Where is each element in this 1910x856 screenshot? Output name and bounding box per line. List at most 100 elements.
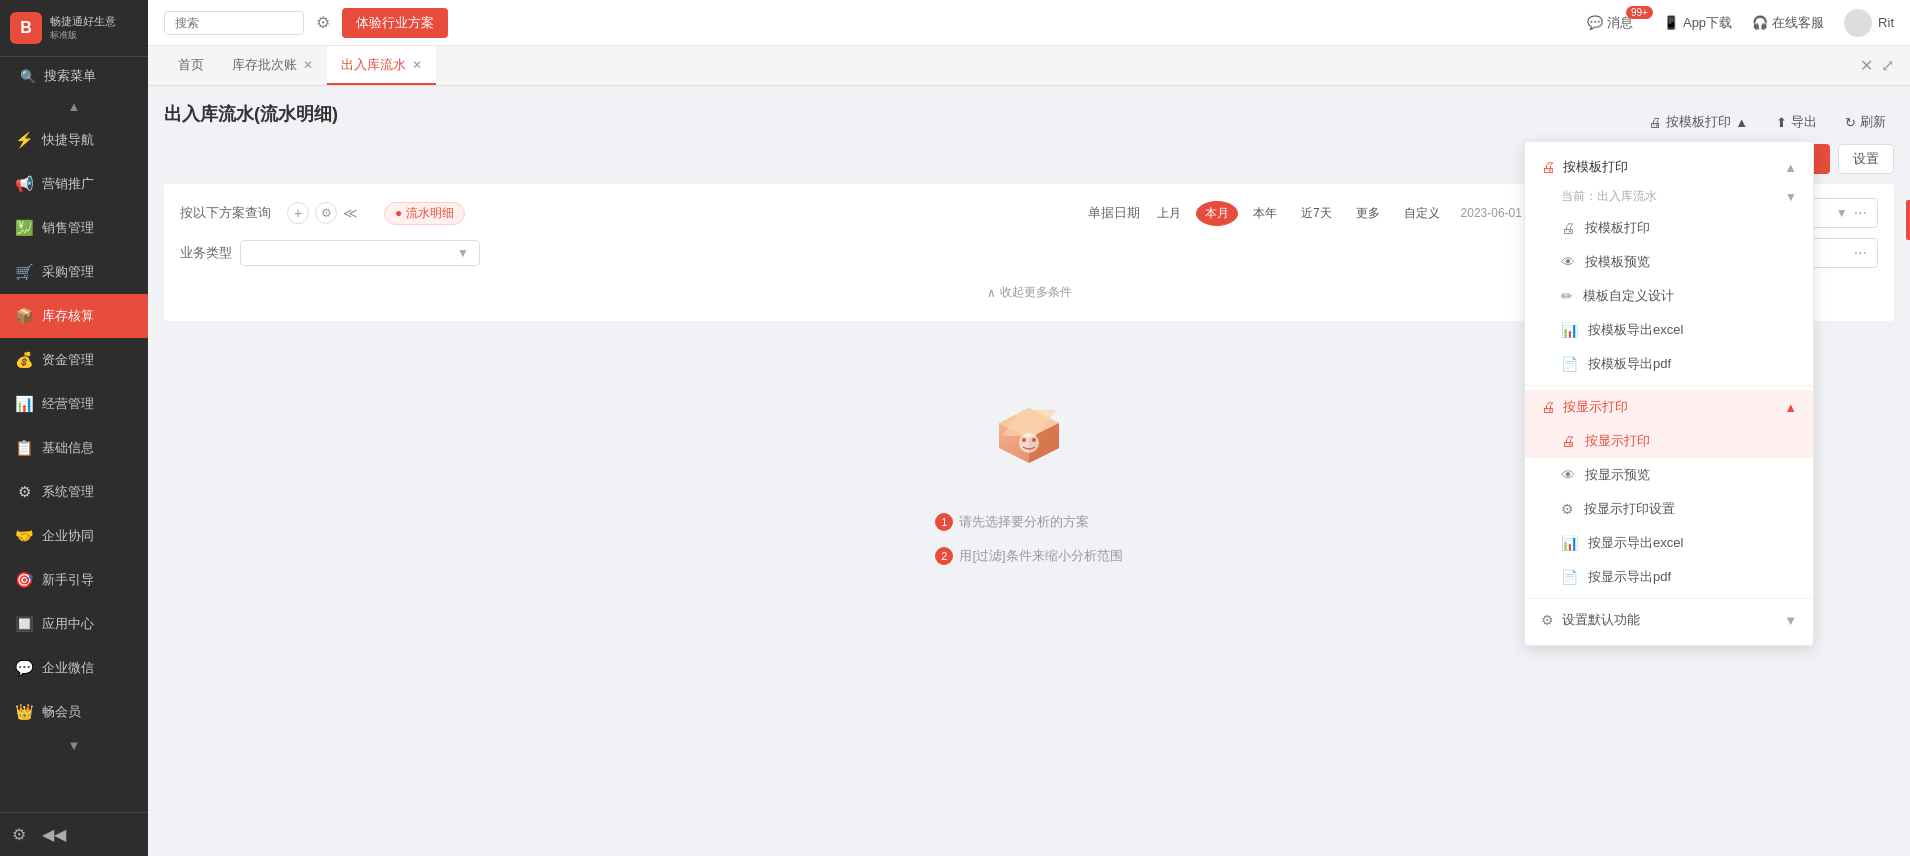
display-print-section-title[interactable]: 🖨 按显示打印 ▲ bbox=[1525, 390, 1813, 424]
message-btn[interactable]: 💬 消息 99+ bbox=[1587, 14, 1643, 32]
section-arrow-up2: ▲ bbox=[1784, 400, 1797, 415]
dropdown-template-export-pdf[interactable]: 📄 按模板导出pdf bbox=[1525, 347, 1813, 381]
dropdown-template-preview[interactable]: 👁 按模板预览 bbox=[1525, 245, 1813, 279]
dropdown-display-preview-label: 按显示预览 bbox=[1585, 466, 1650, 484]
date-btn-more[interactable]: 更多 bbox=[1347, 201, 1389, 226]
date-btn-custom[interactable]: 自定义 bbox=[1395, 201, 1449, 226]
dropdown-display-export-excel[interactable]: 📊 按显示导出excel bbox=[1525, 526, 1813, 560]
topbar-settings-icon[interactable]: ⚙ bbox=[316, 13, 330, 32]
export-btn[interactable]: ⬆ 导出 bbox=[1768, 109, 1825, 135]
sidebar-logo: B 畅捷通好生意 标准版 bbox=[0, 0, 148, 57]
warehouse-dots[interactable]: ··· bbox=[1854, 244, 1867, 262]
logo-icon: B bbox=[10, 12, 42, 44]
date-btn-last-month[interactable]: 上月 bbox=[1148, 201, 1190, 226]
online-service-label: 在线客服 bbox=[1772, 14, 1824, 32]
dropdown-display-settings-label: 按显示打印设置 bbox=[1584, 500, 1675, 518]
sidebar-scroll-up[interactable]: ▲ bbox=[0, 95, 148, 118]
sidebar-item-label: 资金管理 bbox=[42, 351, 94, 369]
sidebar-item-marketing[interactable]: 📢 营销推广 bbox=[0, 162, 148, 206]
sidebar-item-member[interactable]: 👑 畅会员 bbox=[0, 690, 148, 734]
refresh-btn[interactable]: ↻ 刷新 bbox=[1837, 109, 1894, 135]
sidebar-item-sales[interactable]: 💹 销售管理 bbox=[0, 206, 148, 250]
sidebar-item-enterprise[interactable]: 🤝 企业协同 bbox=[0, 514, 148, 558]
sidebar-item-inventory[interactable]: 📦 库存核算 bbox=[0, 294, 148, 338]
filter-settings-btn[interactable]: ⚙ bbox=[315, 202, 337, 224]
display-excel-icon: 📊 bbox=[1561, 535, 1578, 551]
topbar-right: 💬 消息 99+ 📱 App下载 🎧 在线客服 Rit bbox=[1587, 9, 1894, 37]
date-btn-7days[interactable]: 近7天 bbox=[1292, 201, 1341, 226]
user-name-label: Rit bbox=[1878, 15, 1894, 30]
business-type-select[interactable]: ▼ bbox=[240, 240, 480, 266]
user-avatar-area[interactable]: Rit bbox=[1844, 9, 1894, 37]
enterprise-icon: 🤝 bbox=[14, 526, 34, 546]
sidebar-item-label: 快捷导航 bbox=[42, 131, 94, 149]
online-service-btn[interactable]: 🎧 在线客服 bbox=[1752, 14, 1824, 32]
industry-btn[interactable]: 体验行业方案 bbox=[342, 8, 448, 38]
dropdown-template-print-label: 按模板打印 bbox=[1585, 219, 1650, 237]
filter-add-btn[interactable]: + bbox=[287, 202, 309, 224]
download-icon: 📱 bbox=[1663, 15, 1679, 30]
tip-1-num: 1 bbox=[935, 513, 953, 531]
type-select-arrow: ▼ bbox=[1836, 206, 1848, 220]
tab-flow-close[interactable]: ✕ bbox=[412, 58, 422, 72]
export-icon: ⬆ bbox=[1776, 115, 1787, 130]
business-type-filter: 业务类型 ▼ bbox=[180, 240, 480, 266]
sidebar-search-item[interactable]: 🔍 搜索菜单 bbox=[0, 57, 148, 95]
tab-flow[interactable]: 出入库流水 ✕ bbox=[327, 46, 436, 85]
set-default-label: 设置默认功能 bbox=[1562, 611, 1640, 629]
tab-close-all-icon[interactable]: ✕ bbox=[1860, 56, 1873, 75]
tab-batch-account[interactable]: 库存批次账 ✕ bbox=[218, 46, 327, 85]
sidebar-scroll-down[interactable]: ▼ bbox=[0, 734, 148, 757]
message-count-badge: 99+ bbox=[1626, 6, 1653, 19]
topbar-search-input[interactable] bbox=[164, 11, 304, 35]
print-template-label: 按模板打印 bbox=[1666, 113, 1731, 131]
tab-batch-account-close[interactable]: ✕ bbox=[303, 58, 313, 72]
sidebar-item-label: 畅会员 bbox=[42, 703, 81, 721]
collapse-sidebar-icon[interactable]: ◀◀ bbox=[42, 825, 66, 844]
tab-home[interactable]: 首页 bbox=[164, 46, 218, 85]
date-btn-this-year[interactable]: 本年 bbox=[1244, 201, 1286, 226]
settings-icon[interactable]: ⚙ bbox=[12, 825, 26, 844]
date-btn-this-month[interactable]: 本月 bbox=[1196, 201, 1238, 226]
sidebar-item-app-center[interactable]: 🔲 应用中心 bbox=[0, 602, 148, 646]
dropdown-template-print[interactable]: 🖨 按模板打印 bbox=[1525, 211, 1813, 245]
sidebar-item-wechat[interactable]: 💬 企业微信 bbox=[0, 646, 148, 690]
svg-point-5 bbox=[1022, 438, 1026, 442]
sidebar-item-operations[interactable]: 📊 经营管理 bbox=[0, 382, 148, 426]
filter-collapse-btn[interactable]: ≪ bbox=[343, 205, 358, 221]
tag-icon: ● bbox=[395, 206, 402, 220]
dropdown-template-export-excel[interactable]: 📊 按模板导出excel bbox=[1525, 313, 1813, 347]
dropdown-template-custom[interactable]: ✏ 模板自定义设计 bbox=[1525, 279, 1813, 313]
chevron-up-icon2: ∧ bbox=[987, 286, 996, 300]
topbar-search[interactable] bbox=[164, 11, 304, 35]
sidebar-item-basic-info[interactable]: 📋 基础信息 bbox=[0, 426, 148, 470]
template-print-section-title[interactable]: 🖨 按模板打印 ▲ bbox=[1525, 150, 1813, 184]
dropdown-display-preview[interactable]: 👁 按显示预览 bbox=[1525, 458, 1813, 492]
purchase-icon: 🛒 bbox=[14, 262, 34, 282]
dropdown-display-export-pdf[interactable]: 📄 按显示导出pdf bbox=[1525, 560, 1813, 594]
app-download-btn[interactable]: 📱 App下载 bbox=[1663, 14, 1732, 32]
dropdown-display-print-settings[interactable]: ⚙ 按显示打印设置 bbox=[1525, 492, 1813, 526]
display-pdf-icon: 📄 bbox=[1561, 569, 1578, 585]
sidebar-item-system[interactable]: ⚙ 系统管理 bbox=[0, 470, 148, 514]
quick-nav-icon: ⚡ bbox=[14, 130, 34, 150]
tab-expand-icon[interactable]: ⤢ bbox=[1881, 56, 1894, 75]
main-content: ⚙ 体验行业方案 💬 消息 99+ 📱 App下载 🎧 在线客服 bbox=[148, 0, 1910, 856]
type-select-dots[interactable]: ··· bbox=[1854, 204, 1867, 222]
sidebar-item-label: 基础信息 bbox=[42, 439, 94, 457]
filter-tag-liushui[interactable]: ● 流水明细 bbox=[384, 202, 465, 225]
dropdown-display-print[interactable]: 🖨 按显示打印 bbox=[1525, 424, 1813, 458]
sidebar-item-label: 库存核算 bbox=[42, 307, 94, 325]
sidebar-item-finance[interactable]: 💰 资金管理 bbox=[0, 338, 148, 382]
settings-button[interactable]: 设置 bbox=[1838, 144, 1894, 174]
sidebar: B 畅捷通好生意 标准版 🔍 搜索菜单 ▲ ⚡ 快捷导航 📢 营销推广 💹 bbox=[0, 0, 148, 856]
display-print-icon: 🖨 bbox=[1561, 433, 1575, 449]
sidebar-item-guide[interactable]: 🎯 新手引导 bbox=[0, 558, 148, 602]
sidebar-item-purchase[interactable]: 🛒 采购管理 bbox=[0, 250, 148, 294]
set-default-section[interactable]: ⚙ 设置默认功能 ▼ bbox=[1525, 603, 1813, 637]
guide-icon: 🎯 bbox=[14, 570, 34, 590]
sidebar-item-quick-nav[interactable]: ⚡ 快捷导航 bbox=[0, 118, 148, 162]
dropdown-divider-2 bbox=[1525, 598, 1813, 599]
print-template-btn[interactable]: 🖨 按模板打印 ▲ bbox=[1641, 109, 1756, 135]
message-icon: 💬 bbox=[1587, 15, 1603, 30]
